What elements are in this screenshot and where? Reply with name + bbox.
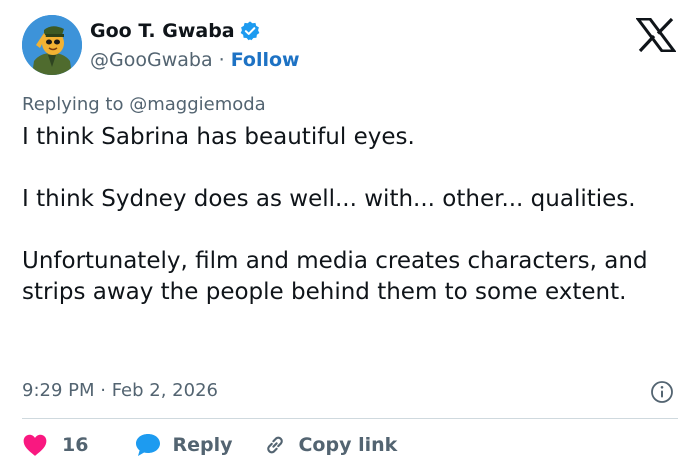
handle-separator: · — [212, 49, 231, 71]
author-handle-row: @GooGwaba · Follow — [90, 47, 300, 73]
avatar[interactable] — [22, 15, 82, 75]
reply-label: Reply — [172, 434, 233, 456]
reply-bubble-icon — [134, 432, 162, 458]
tweet-card: Goo T. Gwaba @GooGwaba · Follow Replying… — [0, 0, 700, 471]
like-count: 16 — [62, 434, 89, 456]
tweet-text: I think Sabrina has beautiful eyes. I th… — [22, 124, 648, 305]
heart-icon — [22, 433, 48, 457]
reply-mention-link[interactable]: @maggiemoda — [129, 94, 266, 115]
reply-button[interactable]: Reply — [134, 432, 232, 458]
x-logo-icon[interactable] — [635, 17, 677, 53]
divider — [22, 418, 678, 419]
replying-to: Replying to @maggiemoda — [22, 92, 266, 118]
follow-button[interactable]: Follow — [231, 49, 300, 71]
verified-badge-icon — [239, 20, 261, 42]
link-icon — [262, 432, 288, 458]
like-button[interactable]: 16 — [22, 433, 88, 457]
info-icon[interactable] — [650, 380, 674, 404]
copy-link-button[interactable]: Copy link — [262, 432, 397, 458]
action-bar: 16 Reply Copy link — [22, 430, 397, 460]
author-handle[interactable]: @GooGwaba — [90, 49, 213, 71]
replying-prefix: Replying to — [22, 94, 130, 115]
author-name-row[interactable]: Goo T. Gwaba — [90, 18, 261, 44]
copy-link-label: Copy link — [298, 434, 398, 456]
tweet-timestamp[interactable]: 9:29 PM · Feb 2, 2026 — [22, 378, 218, 404]
author-name[interactable]: Goo T. Gwaba — [90, 18, 235, 44]
